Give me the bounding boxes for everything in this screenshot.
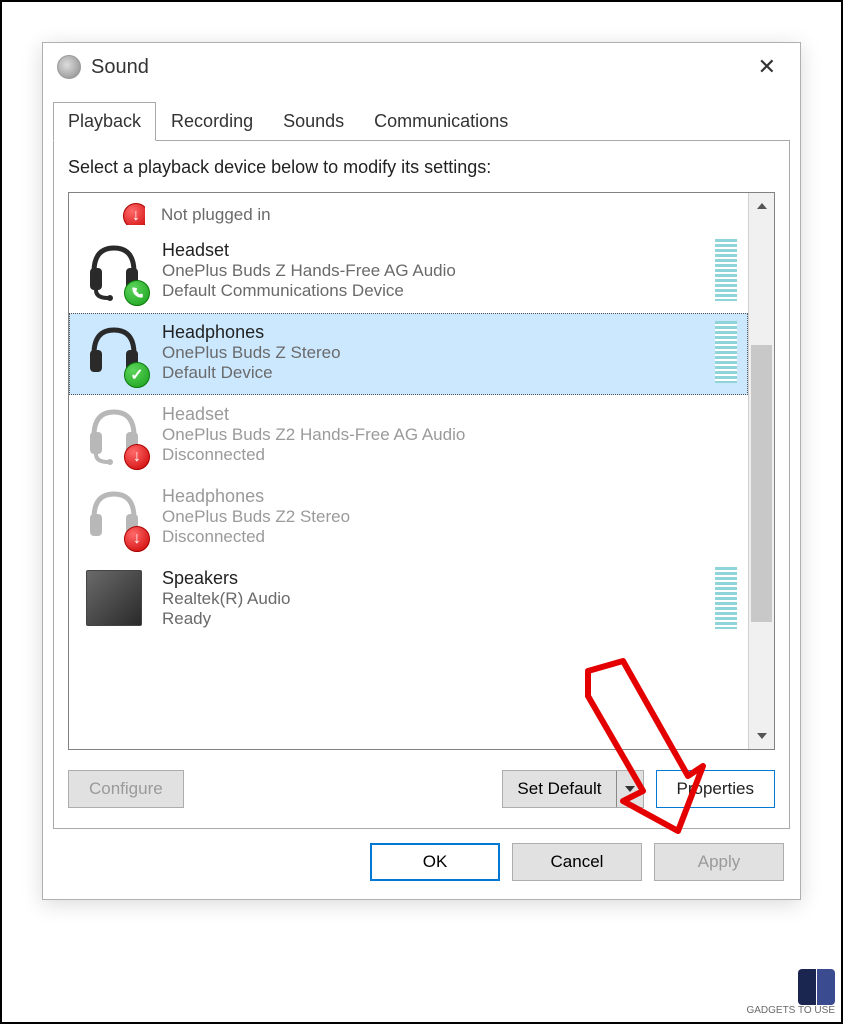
playback-panel: Select a playback device below to modify…: [53, 141, 790, 829]
device-name: Headset: [162, 404, 737, 425]
headset-icon: [82, 238, 146, 302]
tab-strip: Playback Recording Sounds Communications: [53, 101, 790, 141]
level-meter: [715, 567, 737, 629]
headphones-icon: ↓: [82, 484, 146, 548]
chevron-down-icon: [625, 786, 635, 792]
logo-icon: [746, 969, 835, 1005]
tab-recording[interactable]: Recording: [156, 102, 268, 141]
device-desc: Realtek(R) Audio: [162, 589, 707, 609]
disconnected-badge-icon: ↓: [124, 444, 150, 470]
page-frame: Sound ✕ Playback Recording Sounds Commun…: [0, 0, 843, 1024]
set-default-split-button[interactable]: Set Default: [502, 770, 643, 808]
check-badge-icon: ✓: [124, 362, 150, 388]
device-desc: OnePlus Buds Z2 Hands-Free AG Audio: [162, 425, 737, 445]
disconnected-badge-icon: ↓: [124, 526, 150, 552]
device-item-speakers[interactable]: Speakers Realtek(R) Audio Ready: [69, 559, 748, 641]
device-status: Default Communications Device: [162, 281, 707, 301]
device-status: Not plugged in: [161, 205, 738, 225]
device-item-headset-comm[interactable]: Headset OnePlus Buds Z Hands-Free AG Aud…: [69, 231, 748, 313]
device-listbox: ↓ Not plugged in: [68, 192, 775, 750]
jack-icon: ↓: [81, 197, 145, 225]
sound-dialog: Sound ✕ Playback Recording Sounds Commun…: [42, 42, 801, 900]
close-button[interactable]: ✕: [748, 50, 786, 84]
sound-icon: [57, 55, 81, 79]
scroll-down-button[interactable]: [749, 723, 774, 749]
dialog-action-row: OK Cancel Apply: [43, 829, 800, 899]
ok-button[interactable]: OK: [370, 843, 500, 881]
device-name: Headphones: [162, 486, 737, 507]
tab-communications[interactable]: Communications: [359, 102, 523, 141]
set-default-label[interactable]: Set Default: [503, 771, 616, 807]
window-title: Sound: [91, 56, 748, 79]
chevron-down-icon: [757, 733, 767, 739]
device-status: Disconnected: [162, 445, 737, 465]
tab-content-wrap: Playback Recording Sounds Communications…: [43, 91, 800, 829]
tab-playback[interactable]: Playback: [53, 102, 156, 141]
device-item-partial[interactable]: ↓ Not plugged in: [69, 193, 748, 231]
tab-sounds[interactable]: Sounds: [268, 102, 359, 141]
set-default-dropdown[interactable]: [617, 771, 643, 807]
device-name: Headphones: [162, 322, 707, 343]
watermark: GADGETS TO USE: [746, 969, 835, 1016]
device-desc: OnePlus Buds Z Stereo: [162, 343, 707, 363]
apply-button[interactable]: Apply: [654, 843, 784, 881]
device-desc: OnePlus Buds Z Hands-Free AG Audio: [162, 261, 707, 281]
device-status: Ready: [162, 609, 707, 629]
level-meter: [715, 321, 737, 383]
level-meter: [715, 239, 737, 301]
device-item-headset-z2[interactable]: ↓ Headset OnePlus Buds Z2 Hands-Free AG …: [69, 395, 748, 477]
device-desc: OnePlus Buds Z2 Stereo: [162, 507, 737, 527]
headphones-icon: ✓: [82, 320, 146, 384]
device-scroll-area: ↓ Not plugged in: [69, 193, 748, 749]
panel-button-row: Configure Set Default Properties: [68, 770, 775, 808]
unplugged-badge-icon: ↓: [123, 203, 145, 225]
cancel-button[interactable]: Cancel: [512, 843, 642, 881]
device-status: Default Device: [162, 363, 707, 383]
device-status: Disconnected: [162, 527, 737, 547]
titlebar: Sound ✕: [43, 43, 800, 91]
device-item-headphones-z2[interactable]: ↓ Headphones OnePlus Buds Z2 Stereo Disc…: [69, 477, 748, 559]
chevron-up-icon: [757, 203, 767, 209]
device-name: Speakers: [162, 568, 707, 589]
scrollbar[interactable]: [748, 193, 774, 749]
scroll-up-button[interactable]: [749, 193, 774, 219]
instruction-text: Select a playback device below to modify…: [68, 157, 775, 178]
scroll-thumb[interactable]: [751, 345, 772, 622]
device-name: Headset: [162, 240, 707, 261]
headset-icon: ↓: [82, 402, 146, 466]
speaker-icon: [82, 566, 146, 630]
device-item-headphones-default[interactable]: ✓ Headphones OnePlus Buds Z Stereo Defau…: [69, 313, 748, 395]
phone-badge-icon: [124, 280, 150, 306]
properties-button[interactable]: Properties: [656, 770, 775, 808]
scroll-track[interactable]: [749, 219, 774, 723]
watermark-text: GADGETS TO USE: [746, 1005, 835, 1016]
configure-button[interactable]: Configure: [68, 770, 184, 808]
